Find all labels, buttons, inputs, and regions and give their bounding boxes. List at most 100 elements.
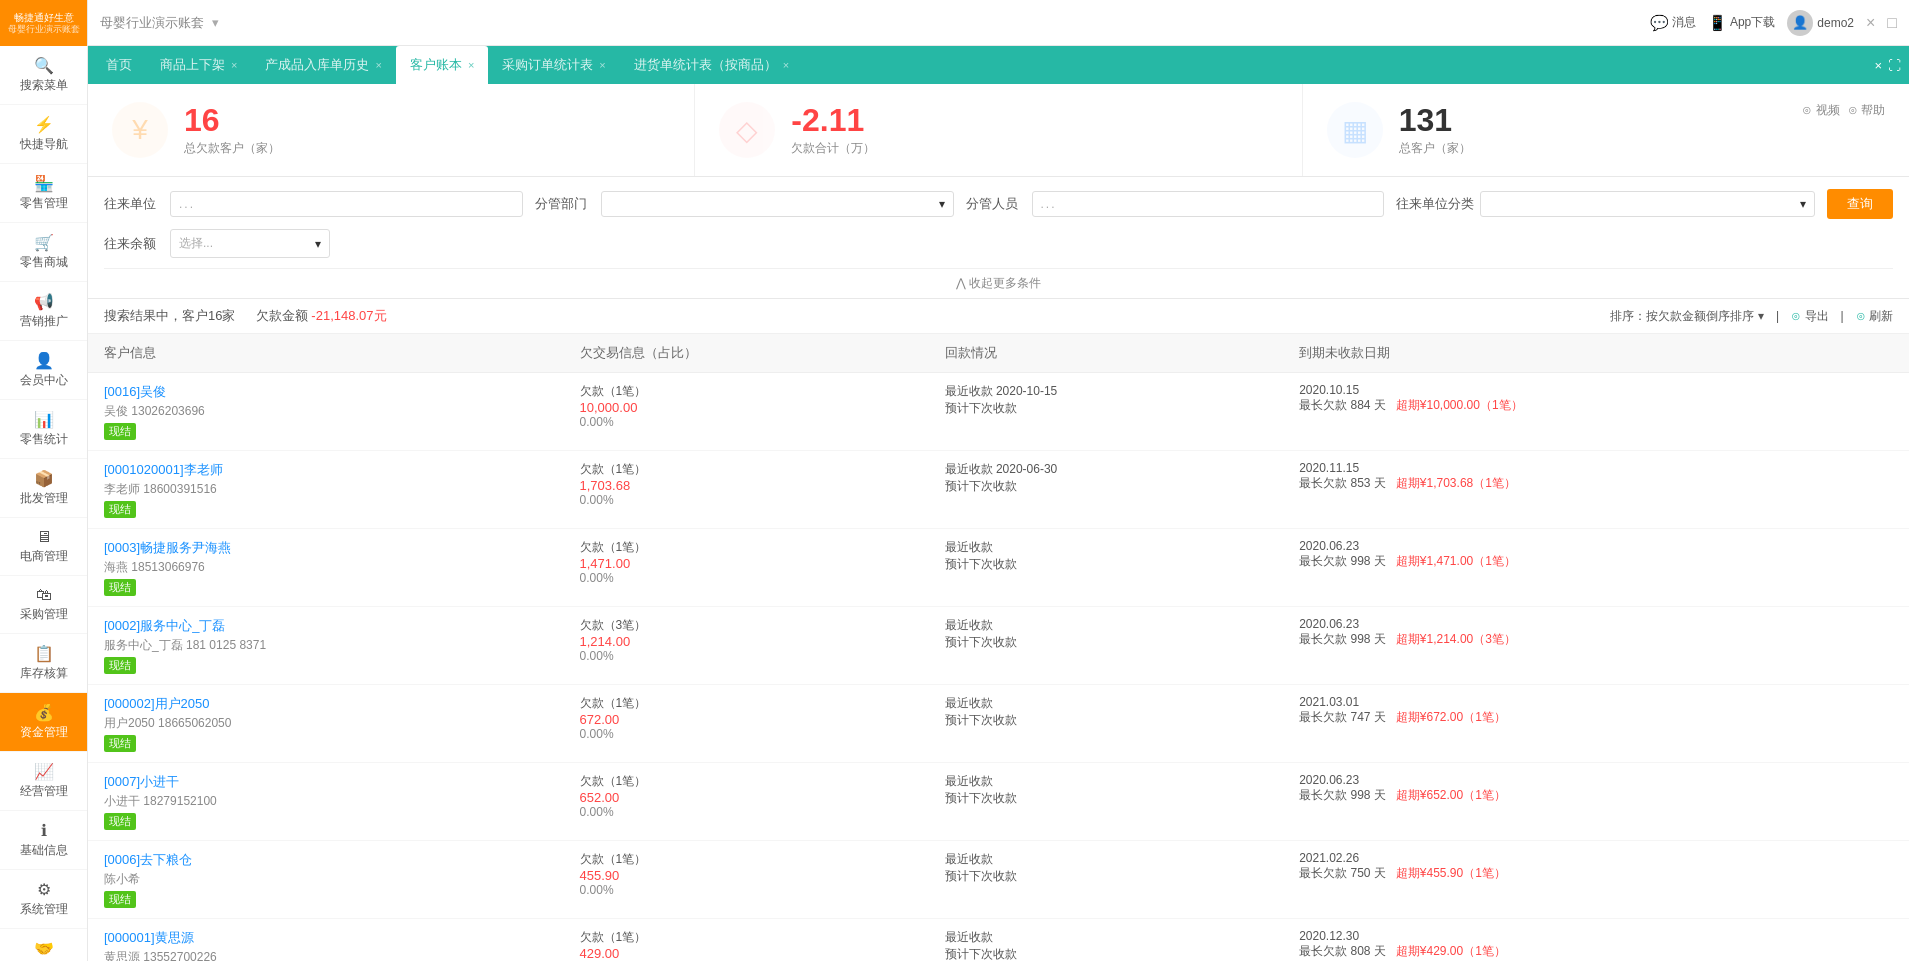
sidebar-item-quick_nav[interactable]: ⚡快捷导航	[0, 105, 87, 164]
stat-value-overdue-amount: -2.11	[791, 104, 875, 136]
due-date-1: 2020.11.15	[1299, 461, 1893, 475]
debt-amount-2[interactable]: 1,471.00	[580, 556, 913, 571]
app-download-label: App下载	[1730, 14, 1775, 31]
stat-value-total-customers: 131	[1399, 104, 1471, 136]
basic_info-icon: ℹ	[0, 821, 87, 840]
sidebar-item-basic_info[interactable]: ℹ基础信息	[0, 811, 87, 870]
stat-card-actions: ⊙ 视频 ⊙ 帮助	[1802, 102, 1885, 119]
export-btn[interactable]: ⊙ 导出	[1791, 308, 1828, 325]
customer-name-link-5[interactable]: [0007]小进干	[104, 773, 548, 791]
cell-debt-7: 欠款（1笔） 429.00 0.00%	[564, 919, 929, 962]
filter-dept-select[interactable]: ▾	[601, 191, 954, 217]
sidebar-item-capital_mgmt[interactable]: 💰资金管理	[0, 693, 87, 752]
tab-close-purchase_stats[interactable]: ×	[783, 59, 789, 71]
cell-payment-5: 最近收款 预计下次收款	[929, 763, 1284, 841]
query-button[interactable]: 查询	[1827, 189, 1893, 219]
debt-amount-5[interactable]: 652.00	[580, 790, 913, 805]
sidebar-item-system_mgmt[interactable]: ⚙系统管理	[0, 870, 87, 929]
window-close-btn[interactable]: ×	[1866, 14, 1875, 32]
topbar-dropdown-icon[interactable]: ▾	[212, 15, 219, 30]
tabs-close-btn[interactable]: ×	[1874, 58, 1882, 73]
filter-unit-classify-select[interactable]: ▾	[1480, 191, 1815, 217]
debt-amount-0[interactable]: 10,000.00	[580, 400, 913, 415]
overdue-amount-6[interactable]: 超期¥455.90（1笔）	[1396, 866, 1506, 880]
overdue-amount-4[interactable]: 超期¥672.00（1笔）	[1396, 710, 1506, 724]
collapse-icon: ⋀	[956, 276, 966, 290]
avatar[interactable]: 👤 demo2	[1787, 10, 1854, 36]
debt-amount-1[interactable]: 1,703.68	[580, 478, 913, 493]
sidebar-item-purchase_mgmt[interactable]: 🛍采购管理	[0, 576, 87, 634]
refresh-btn[interactable]: ⊙ 刷新	[1856, 308, 1893, 325]
overdue-amount-2[interactable]: 超期¥1,471.00（1笔）	[1396, 554, 1516, 568]
customer-name-link-4[interactable]: [000002]用户2050	[104, 695, 548, 713]
sidebar-item-enterprise_coop[interactable]: 🤝企业协同	[0, 929, 87, 961]
sort-label: 排序：按欠款金额倒序排序	[1610, 308, 1754, 325]
help-btn[interactable]: ⊙ 帮助	[1848, 102, 1885, 119]
app-download-btn[interactable]: 📱 App下载	[1708, 14, 1775, 32]
sidebar-item-retail_store[interactable]: 🛒零售商城	[0, 223, 87, 282]
next-receipt-5: 预计下次收款	[945, 790, 1268, 807]
sidebar-item-wholesale_mgmt[interactable]: 📦批发管理	[0, 459, 87, 518]
tab-purchase_order[interactable]: 采购订单统计表×	[488, 46, 619, 84]
collapse-row[interactable]: ⋀ 收起更多条件	[104, 268, 1893, 298]
cell-payment-1: 最近收款 2020-06-30 预计下次收款	[929, 451, 1284, 529]
due-date-2: 2020.06.23	[1299, 539, 1893, 553]
window-max-btn[interactable]: □	[1887, 14, 1897, 32]
filter-manager-input[interactable]: ...	[1032, 191, 1385, 217]
customer-name-link-3[interactable]: [0002]服务中心_丁磊	[104, 617, 548, 635]
tab-close-product_history[interactable]: ×	[375, 59, 381, 71]
next-receipt-7: 预计下次收款	[945, 946, 1268, 961]
tab-product_history[interactable]: 产成品入库单历史×	[251, 46, 395, 84]
message-btn[interactable]: 💬 消息	[1650, 14, 1696, 32]
debt-pct-3: 0.00%	[580, 649, 913, 663]
customer-tag-0: 现结	[104, 423, 136, 440]
member_center-icon: 👤	[0, 351, 87, 370]
cell-customer-0: [0016]吴俊 吴俊 13026203696 现结	[88, 373, 564, 451]
debt-amount-6[interactable]: 455.90	[580, 868, 913, 883]
table-header-row: 客户信息 欠交易信息（占比） 回款情况 到期未收款日期	[88, 334, 1909, 373]
tab-close-product_shelf[interactable]: ×	[231, 59, 237, 71]
debt-amount-7[interactable]: 429.00	[580, 946, 913, 961]
sidebar-item-ops_mgmt[interactable]: 📈经营管理	[0, 752, 87, 811]
cell-debt-5: 欠款（1笔） 652.00 0.00%	[564, 763, 929, 841]
sidebar-item-retail_stats[interactable]: 📊零售统计	[0, 400, 87, 459]
customer-name-link-1[interactable]: [0001020001]李老师	[104, 461, 548, 479]
video-btn[interactable]: ⊙ 视频	[1802, 102, 1839, 119]
table-body: [0016]吴俊 吴俊 13026203696 现结 欠款（1笔） 10,000…	[88, 373, 1909, 962]
filter-remaining-select[interactable]: 选择... ▾	[170, 229, 330, 258]
tabs-fullscreen-btn[interactable]: ⛶	[1888, 58, 1901, 73]
customer-name-link-2[interactable]: [0003]畅捷服务尹海燕	[104, 539, 548, 557]
sidebar-item-member_center[interactable]: 👤会员中心	[0, 341, 87, 400]
tab-purchase_stats[interactable]: 进货单统计表（按商品）×	[620, 46, 803, 84]
tab-label-product_shelf: 商品上下架	[160, 56, 225, 74]
cell-due-1: 2020.11.15 最长欠款 853 天 超期¥1,703.68（1笔）	[1283, 451, 1909, 529]
overdue-amount-1[interactable]: 超期¥1,703.68（1笔）	[1396, 476, 1516, 490]
overdue-amount-7[interactable]: 超期¥429.00（1笔）	[1396, 944, 1506, 958]
customer-name-link-7[interactable]: [000001]黄思源	[104, 929, 548, 947]
overdue-days-3: 最长欠款 998 天 超期¥1,214.00（3笔）	[1299, 631, 1893, 648]
filter-source-unit-input[interactable]: ...	[170, 191, 523, 217]
customer-name-link-6[interactable]: [0006]去下粮仓	[104, 851, 548, 869]
overdue-amount-3[interactable]: 超期¥1,214.00（3笔）	[1396, 632, 1516, 646]
tab-home[interactable]: 首页	[92, 46, 146, 84]
tab-product_shelf[interactable]: 商品上下架 ×	[146, 46, 251, 84]
sidebar-item-ecommerce[interactable]: 🖥电商管理	[0, 518, 87, 576]
sort-control[interactable]: 排序：按欠款金额倒序排序 ▾	[1610, 308, 1764, 325]
tab-customer_account[interactable]: 客户账本×	[396, 46, 488, 84]
sidebar-item-marketing[interactable]: 📢营销推广	[0, 282, 87, 341]
overdue-amount-0[interactable]: 超期¥10,000.00（1笔）	[1396, 398, 1523, 412]
customer-tag-5: 现结	[104, 813, 136, 830]
ecommerce-icon: 🖥	[0, 528, 87, 546]
debt-count-1: 欠款（1笔）	[580, 461, 913, 478]
customer-name-link-0[interactable]: [0016]吴俊	[104, 383, 548, 401]
sidebar-item-retail_mgmt[interactable]: 🏪零售管理	[0, 164, 87, 223]
debt-amount-4[interactable]: 672.00	[580, 712, 913, 727]
debt-count-4: 欠款（1笔）	[580, 695, 913, 712]
tab-close-customer_account[interactable]: ×	[468, 59, 474, 71]
sidebar-item-search[interactable]: 🔍搜索菜单	[0, 46, 87, 105]
overdue-amount-5[interactable]: 超期¥652.00（1笔）	[1396, 788, 1506, 802]
debt-amount-3[interactable]: 1,214.00	[580, 634, 913, 649]
filter-source-unit-label: 往来单位	[104, 195, 164, 213]
tab-close-purchase_order[interactable]: ×	[599, 59, 605, 71]
sidebar-item-inventory[interactable]: 📋库存核算	[0, 634, 87, 693]
